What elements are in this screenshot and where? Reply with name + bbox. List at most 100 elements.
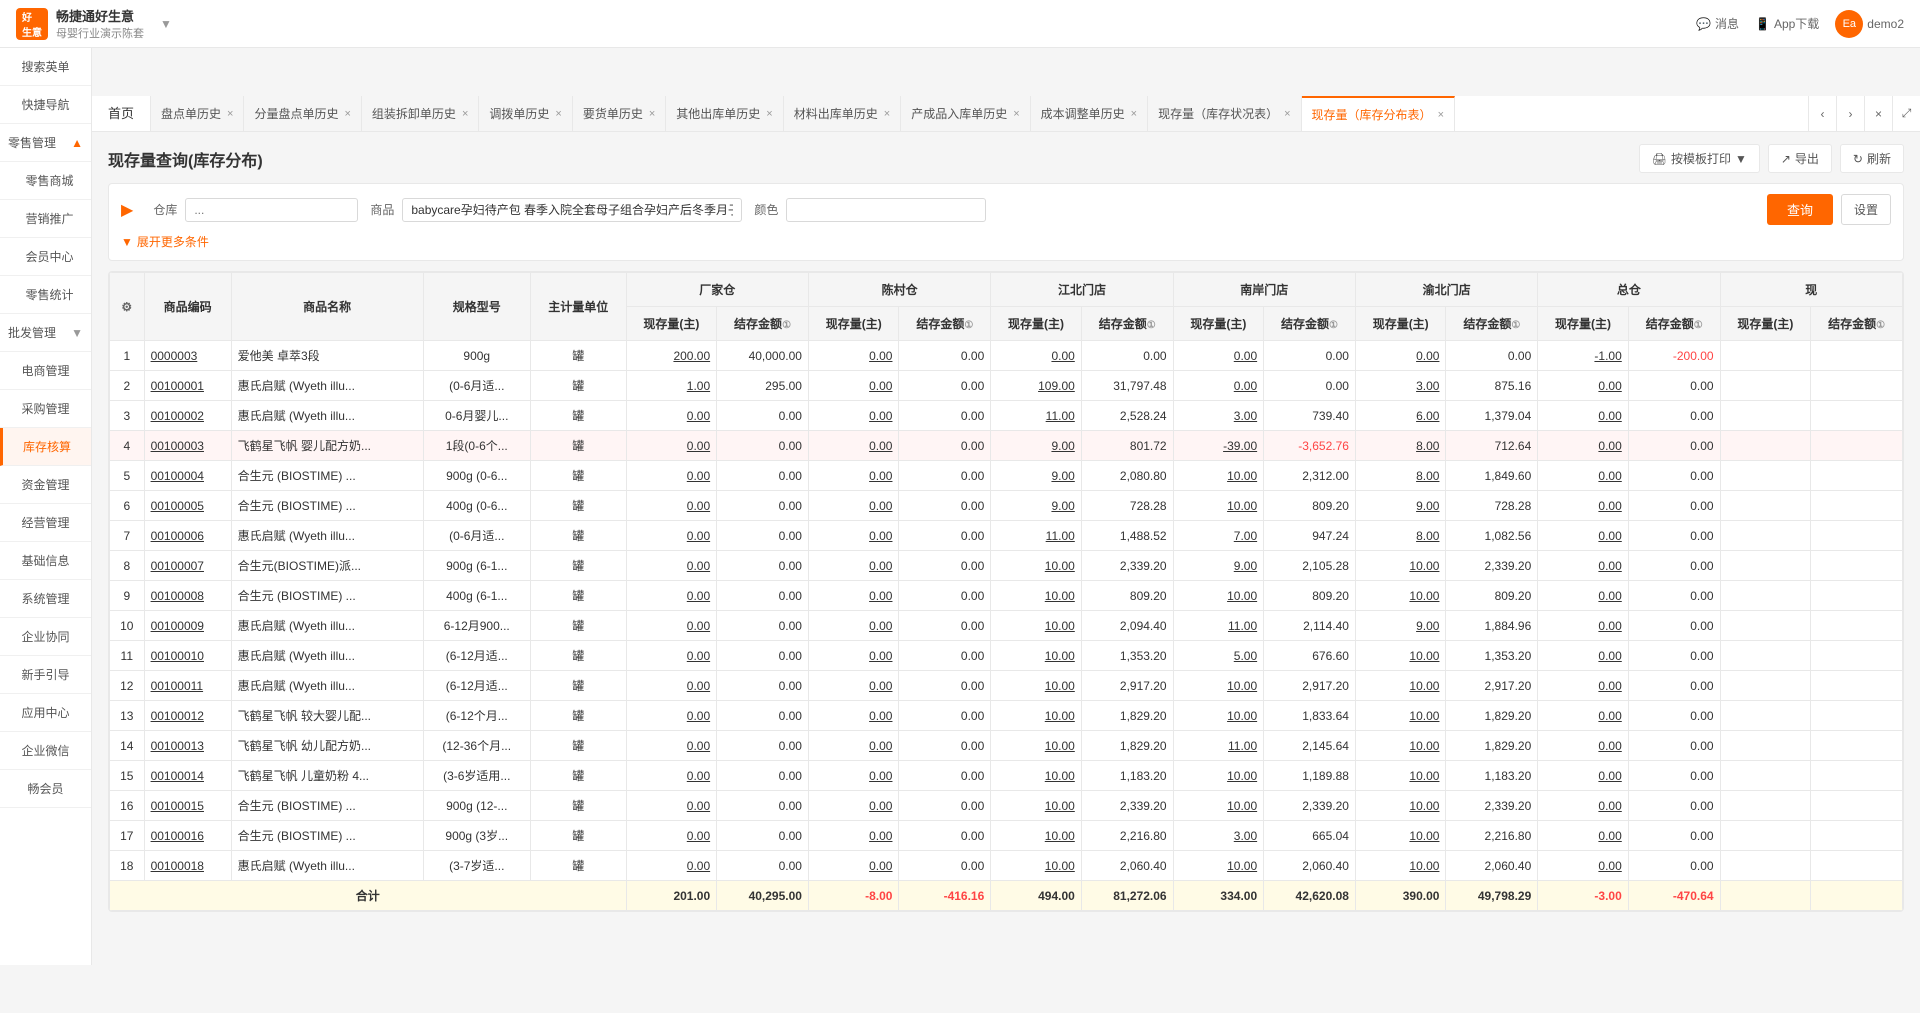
close-tab-6[interactable]: × (766, 96, 772, 132)
cell-na-qty[interactable]: 3.00 (1173, 821, 1264, 851)
cell-yb-qty[interactable]: 10.00 (1355, 551, 1446, 581)
close-tab-9[interactable]: × (1131, 96, 1137, 132)
tab-home[interactable]: 首页 (92, 96, 151, 132)
cell-cf-qty[interactable]: 0.00 (626, 461, 717, 491)
print-btn[interactable]: 🖨 按模板打印 ▼ (1639, 144, 1760, 173)
warehouse-input[interactable] (185, 198, 358, 222)
cell-cf-qty[interactable]: 0.00 (626, 671, 717, 701)
cell-total-qty[interactable]: 0.00 (1538, 731, 1629, 761)
sidebar-item-member2[interactable]: 畅会员 (0, 770, 91, 808)
cell-total-qty[interactable]: 0.00 (1538, 671, 1629, 701)
sidebar-item-purchase[interactable]: 采购管理 (0, 390, 91, 428)
cell-na-qty[interactable]: 10.00 (1173, 761, 1264, 791)
tab-material-out[interactable]: 材料出库单历史 × (784, 96, 901, 132)
cell-cf-qty[interactable]: 0.00 (626, 821, 717, 851)
cell-jb-qty[interactable]: 10.00 (991, 641, 1082, 671)
cell-na-qty[interactable]: 10.00 (1173, 581, 1264, 611)
cell-jb-qty[interactable]: 9.00 (991, 491, 1082, 521)
sidebar-item-retail-stats[interactable]: 零售统计 (0, 276, 91, 314)
cell-cc-qty[interactable]: 0.00 (808, 371, 899, 401)
cell-yb-qty[interactable]: 10.00 (1355, 731, 1446, 761)
cell-total-qty[interactable]: 0.00 (1538, 641, 1629, 671)
tab-product-in[interactable]: 产成品入库单历史 × (901, 96, 1030, 132)
cell-cf-qty[interactable]: 0.00 (626, 431, 717, 461)
cell-yb-qty[interactable]: 10.00 (1355, 761, 1446, 791)
cell-total-qty[interactable]: 0.00 (1538, 431, 1629, 461)
cell-cf-qty[interactable]: 0.00 (626, 401, 717, 431)
cell-cc-qty[interactable]: 0.00 (808, 551, 899, 581)
refresh-btn[interactable]: ↻ 刷新 (1840, 144, 1904, 173)
cell-na-qty[interactable]: 10.00 (1173, 701, 1264, 731)
cell-yb-qty[interactable]: 10.00 (1355, 581, 1446, 611)
cell-cf-qty[interactable]: 0.00 (626, 731, 717, 761)
cell-jb-qty[interactable]: 109.00 (991, 371, 1082, 401)
cell-na-qty[interactable]: 10.00 (1173, 851, 1264, 881)
cell-na-qty[interactable]: 0.00 (1173, 371, 1264, 401)
cell-yb-qty[interactable]: 10.00 (1355, 671, 1446, 701)
cell-total-qty[interactable]: 0.00 (1538, 461, 1629, 491)
close-tab-5[interactable]: × (649, 96, 655, 132)
sidebar-item-system[interactable]: 系统管理 (0, 580, 91, 618)
cell-na-qty[interactable]: 11.00 (1173, 731, 1264, 761)
cell-na-qty[interactable]: 5.00 (1173, 641, 1264, 671)
tab-inventory-count[interactable]: 盘点单历史 × (151, 96, 244, 132)
cell-total-qty[interactable]: 0.00 (1538, 581, 1629, 611)
tab-portion-count[interactable]: 分量盘点单历史 × (244, 96, 361, 132)
cell-na-qty[interactable]: 10.00 (1173, 791, 1264, 821)
cell-cc-qty[interactable]: 0.00 (808, 791, 899, 821)
product-input[interactable] (402, 198, 742, 222)
cell-cc-qty[interactable]: 0.00 (808, 521, 899, 551)
sidebar-item-search[interactable]: 搜索英单 (0, 48, 91, 86)
cell-total-qty[interactable]: 0.00 (1538, 551, 1629, 581)
export-btn[interactable]: ↗ 导出 (1768, 144, 1832, 173)
cell-jb-qty[interactable]: 10.00 (991, 581, 1082, 611)
sidebar-item-finance[interactable]: 资金管理 (0, 466, 91, 504)
close-tab-4[interactable]: × (555, 96, 561, 132)
tab-assemble[interactable]: 组装拆卸单历史 × (362, 96, 479, 132)
cell-total-qty[interactable]: 0.00 (1538, 761, 1629, 791)
cell-cc-qty[interactable]: 0.00 (808, 641, 899, 671)
cell-yb-qty[interactable]: 6.00 (1355, 401, 1446, 431)
cell-jb-qty[interactable]: 11.00 (991, 521, 1082, 551)
cell-total-qty[interactable]: 0.00 (1538, 401, 1629, 431)
cell-na-qty[interactable]: 3.00 (1173, 401, 1264, 431)
cell-jb-qty[interactable]: 10.00 (991, 551, 1082, 581)
cell-jb-qty[interactable]: 11.00 (991, 401, 1082, 431)
cell-cc-qty[interactable]: 0.00 (808, 671, 899, 701)
sidebar-item-retail-mgmt[interactable]: 零售管理▲ (0, 124, 91, 162)
cell-na-qty[interactable]: 10.00 (1173, 671, 1264, 701)
close-tab-7[interactable]: × (884, 96, 890, 132)
settings-btn[interactable]: 设置 (1841, 194, 1891, 225)
cell-cf-qty[interactable]: 0.00 (626, 641, 717, 671)
cell-cf-qty[interactable]: 0.00 (626, 491, 717, 521)
cell-cc-qty[interactable]: 0.00 (808, 341, 899, 371)
cell-jb-qty[interactable]: 10.00 (991, 731, 1082, 761)
cell-yb-qty[interactable]: 10.00 (1355, 791, 1446, 821)
close-tab-10[interactable]: × (1284, 96, 1290, 132)
cell-yb-qty[interactable]: 10.00 (1355, 701, 1446, 731)
cell-cc-qty[interactable]: 0.00 (808, 821, 899, 851)
sidebar-item-ops[interactable]: 经营管理 (0, 504, 91, 542)
cell-yb-qty[interactable]: 3.00 (1355, 371, 1446, 401)
cell-total-qty[interactable]: 0.00 (1538, 701, 1629, 731)
cell-cc-qty[interactable]: 0.00 (808, 461, 899, 491)
store-dropdown[interactable]: ▼ (160, 17, 172, 31)
cell-na-qty[interactable]: 0.00 (1173, 341, 1264, 371)
close-tab-8[interactable]: × (1013, 96, 1019, 132)
sidebar-item-appstore[interactable]: 应用中心 (0, 694, 91, 732)
cell-yb-qty[interactable]: 8.00 (1355, 431, 1446, 461)
sidebar-item-marketing[interactable]: 营销推广 (0, 200, 91, 238)
sidebar-item-member[interactable]: 会员中心 (0, 238, 91, 276)
cell-total-qty[interactable]: 0.00 (1538, 521, 1629, 551)
cell-jb-qty[interactable]: 10.00 (991, 611, 1082, 641)
cell-jb-qty[interactable]: 10.00 (991, 761, 1082, 791)
cell-jb-qty[interactable]: 10.00 (991, 821, 1082, 851)
sidebar-item-retail-mall[interactable]: 零售商城 (0, 162, 91, 200)
tab-transfer[interactable]: 调拨单历史 × (479, 96, 572, 132)
sidebar-item-wholesale[interactable]: 批发管理▼ (0, 314, 91, 352)
cell-na-qty[interactable]: 7.00 (1173, 521, 1264, 551)
tab-cost-adjust[interactable]: 成本调整单历史 × (1031, 96, 1148, 132)
cell-total-qty[interactable]: 0.00 (1538, 851, 1629, 881)
cell-jb-qty[interactable]: 10.00 (991, 671, 1082, 701)
cell-total-qty[interactable]: 0.00 (1538, 791, 1629, 821)
